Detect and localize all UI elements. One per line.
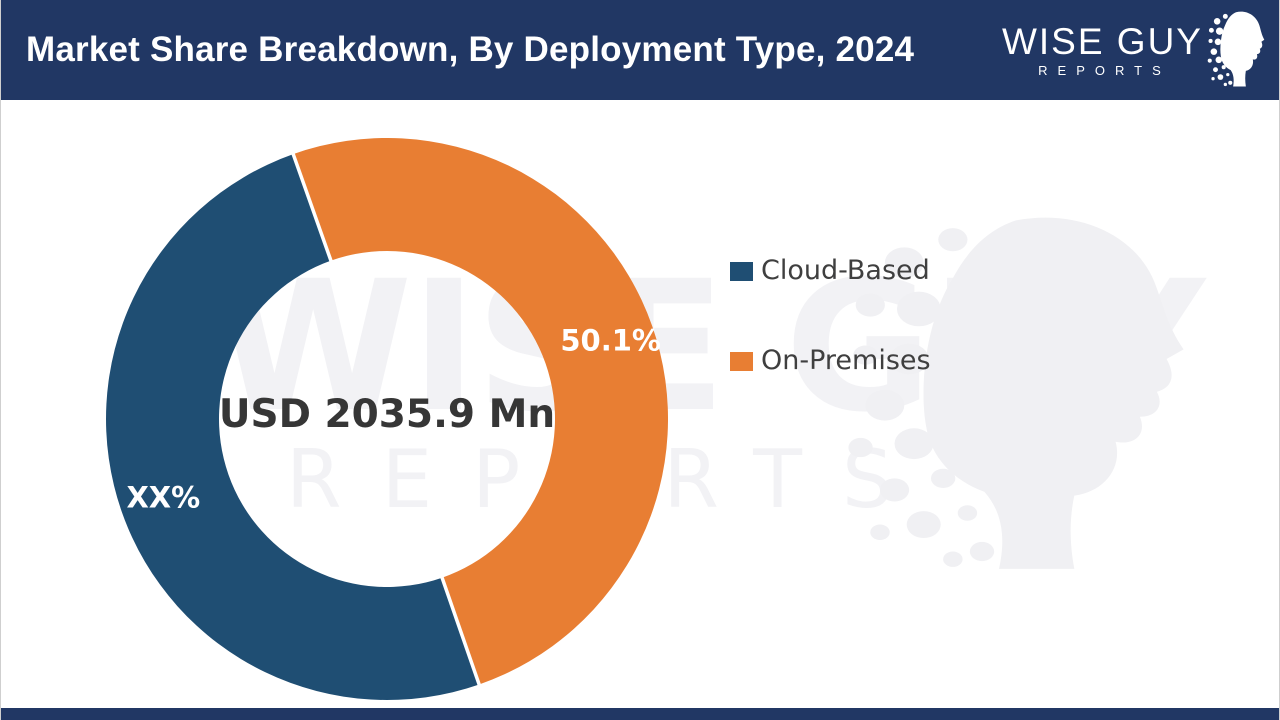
legend-item-on-premises: On-Premises <box>730 345 931 377</box>
chart-legend: Cloud-Based On-Premises <box>730 255 931 378</box>
page-title: Market Share Breakdown, By Deployment Ty… <box>26 30 915 69</box>
brand-logo-text: WISE GUY REPORTS <box>1002 23 1203 77</box>
legend-swatch <box>730 352 753 372</box>
legend-label: Cloud-Based <box>761 255 930 286</box>
segment-label-on-premises: 50.1% <box>560 324 661 358</box>
header-bar: Market Share Breakdown, By Deployment Ty… <box>1 0 1279 100</box>
report-image: Market Share Breakdown, By Deployment Ty… <box>0 0 1280 720</box>
brand-logo: WISE GUY REPORTS <box>1002 0 1265 100</box>
segment-label-cloud-based: XX% <box>126 480 200 514</box>
chart-center-value: USD 2035.9 Mn <box>218 392 556 437</box>
brand-subname: REPORTS <box>1038 63 1171 78</box>
legend-label: On-Premises <box>761 345 931 377</box>
brand-name: WISE GUY <box>1001 21 1203 62</box>
footer-bar <box>1 708 1279 720</box>
legend-swatch <box>730 261 753 281</box>
brand-head-icon <box>1207 11 1265 87</box>
legend-item-cloud-based: Cloud-Based <box>730 255 931 287</box>
